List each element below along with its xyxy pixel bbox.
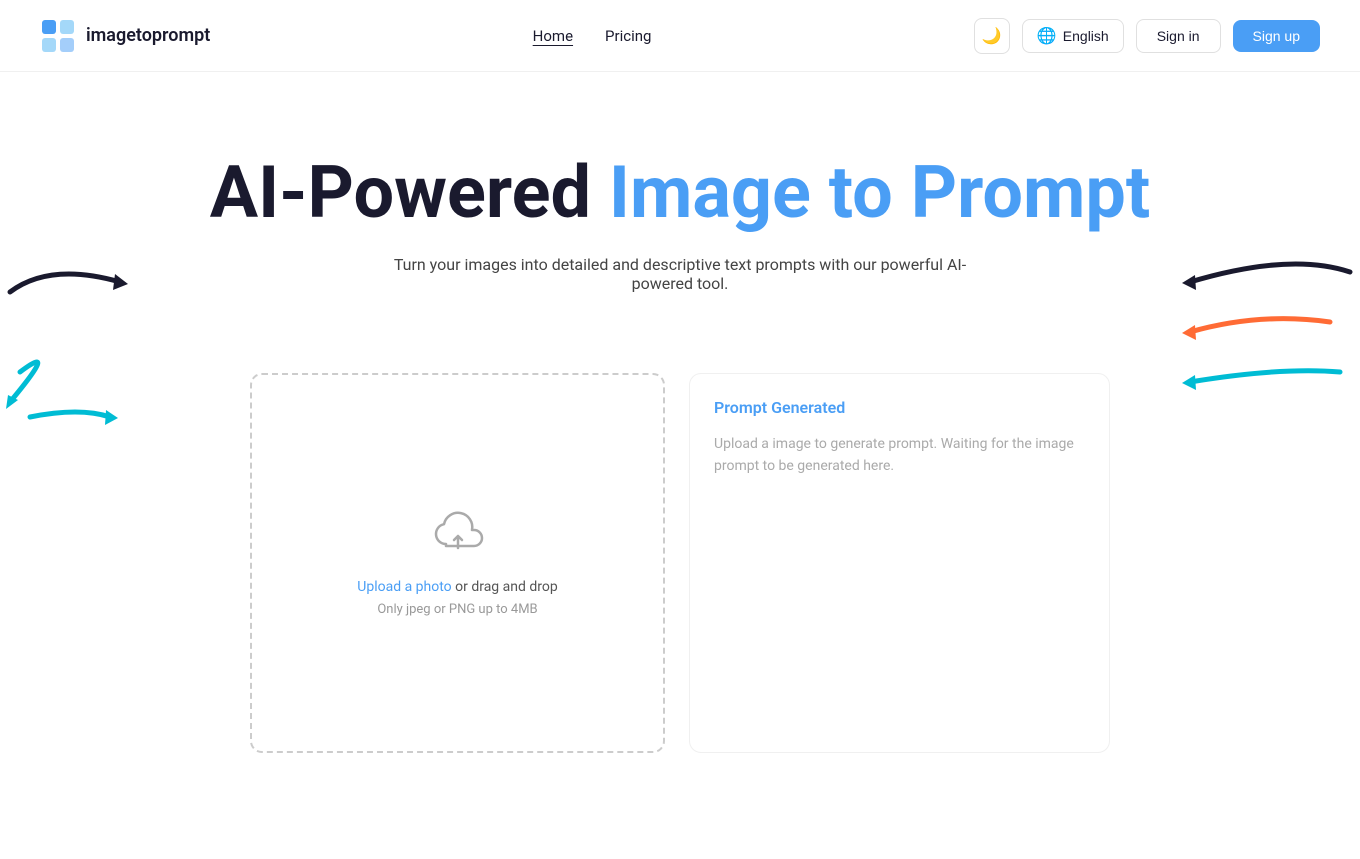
- hero-title-part2: Image to Prompt: [609, 150, 1150, 235]
- logo-icon: [40, 18, 76, 54]
- hero-title: AI-Powered Image to Prompt: [20, 152, 1340, 235]
- hero-section: AI-Powered Image to Prompt Turn your ima…: [0, 72, 1360, 333]
- nav-links: Home Pricing: [533, 27, 652, 45]
- upload-drag-text: or drag and drop: [452, 579, 558, 595]
- upload-cloud-icon: [432, 508, 484, 560]
- signin-button[interactable]: Sign in: [1136, 19, 1221, 53]
- prompt-output-box: Prompt Generated Upload a image to gener…: [689, 373, 1110, 753]
- hero-subtitle: Turn your images into detailed and descr…: [380, 255, 980, 293]
- prompt-title: Prompt Generated: [714, 398, 1085, 417]
- signup-button[interactable]: Sign up: [1233, 20, 1320, 52]
- decorative-arrows-right: [1160, 212, 1360, 462]
- hero-title-part1: AI-Powered: [210, 150, 609, 235]
- moon-icon: 🌙: [982, 26, 1002, 46]
- upload-dropzone[interactable]: Upload a photo or drag and drop Only jpe…: [250, 373, 665, 753]
- nav-home[interactable]: Home: [533, 27, 573, 45]
- nav-right: 🌙 🌐 English Sign in Sign up: [974, 18, 1320, 54]
- language-label: English: [1063, 28, 1109, 44]
- language-selector-button[interactable]: 🌐 English: [1022, 19, 1124, 53]
- prompt-placeholder-text: Upload a image to generate prompt. Waiti…: [714, 433, 1085, 478]
- navbar: imagetoprompt Home Pricing 🌙 🌐 English S…: [0, 0, 1360, 72]
- theme-toggle-button[interactable]: 🌙: [974, 18, 1010, 54]
- main-content: Upload a photo or drag and drop Only jpe…: [230, 373, 1130, 753]
- upload-hint: Only jpeg or PNG up to 4MB: [377, 602, 537, 617]
- logo[interactable]: imagetoprompt: [40, 18, 210, 54]
- upload-text: Upload a photo or drag and drop: [357, 576, 557, 598]
- decorative-arrows-left: [0, 232, 140, 452]
- upload-link[interactable]: Upload a photo: [357, 579, 451, 595]
- globe-icon: 🌐: [1037, 26, 1057, 46]
- logo-text: imagetoprompt: [86, 25, 210, 46]
- nav-pricing[interactable]: Pricing: [605, 27, 651, 45]
